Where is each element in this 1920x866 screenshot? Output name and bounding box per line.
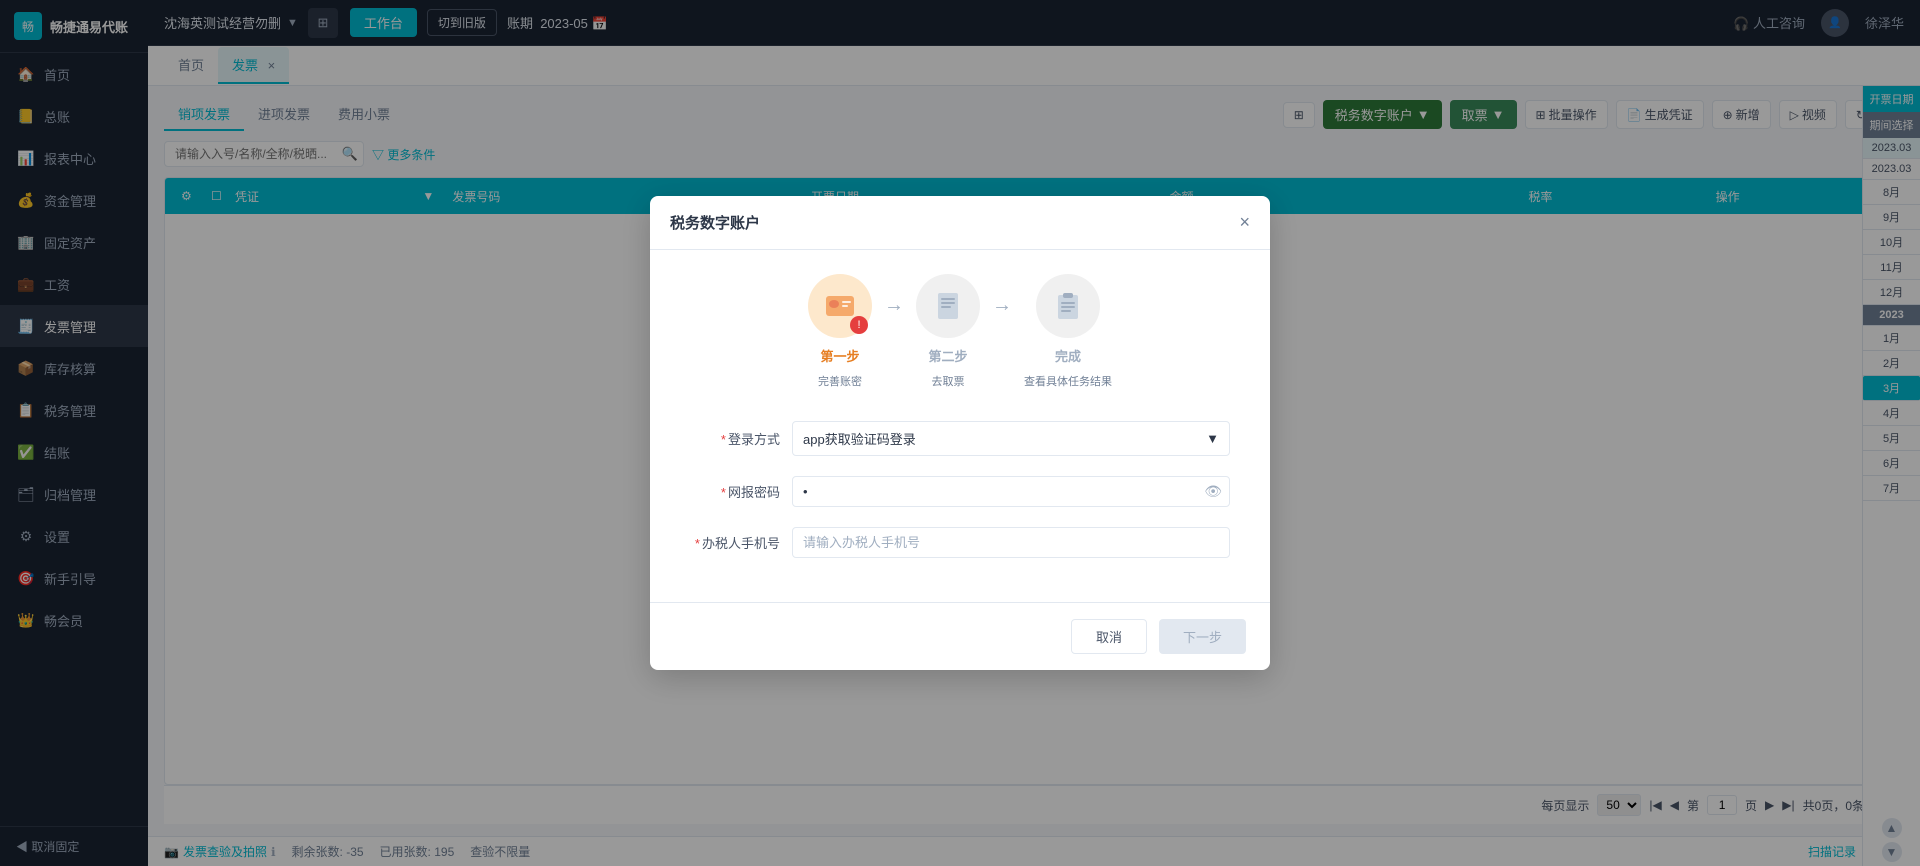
login-method-arrow: ▼ [1206, 431, 1219, 446]
step-1-badge: ! [850, 316, 868, 334]
modal-overlay[interactable]: 税务数字账户 × ! 第一步 [0, 0, 1920, 866]
cancel-button[interactable]: 取消 [1071, 619, 1147, 654]
clipboard-icon [1050, 288, 1086, 324]
step-3-icon-wrap [1036, 274, 1100, 338]
login-method-select[interactable]: app获取验证码登录 ▼ [792, 421, 1230, 456]
phone-label: 办税人手机号 [690, 533, 780, 552]
tax-digital-modal: 税务数字账户 × ! 第一步 [650, 196, 1270, 670]
step-2-icon-wrap [916, 274, 980, 338]
modal-close-button[interactable]: × [1239, 212, 1250, 233]
step-3: 完成 查看具体任务结果 [1024, 274, 1112, 389]
step-arrow-2: → [980, 294, 1024, 317]
step-1-label: 第一步 [820, 346, 859, 365]
password-toggle-icon[interactable]: 👁 [1204, 483, 1222, 500]
modal-body: ! 第一步 完善账密 → [650, 250, 1270, 602]
phone-input[interactable] [792, 527, 1230, 558]
web-password-label: 网报密码 [690, 482, 780, 501]
step-1: ! 第一步 完善账密 [808, 274, 872, 389]
modal-header: 税务数字账户 × [650, 196, 1270, 250]
web-password-input[interactable] [792, 476, 1230, 507]
step-1-sublabel: 完善账密 [818, 373, 862, 389]
step-2: 第二步 去取票 [916, 274, 980, 389]
step-3-label: 完成 [1055, 346, 1081, 365]
login-method-value: app获取验证码登录 [803, 429, 916, 448]
modal-footer: 取消 下一步 [650, 602, 1270, 670]
login-method-row: 登录方式 app获取验证码登录 ▼ [690, 421, 1230, 456]
phone-row: 办税人手机号 [690, 527, 1230, 558]
steps-indicator: ! 第一步 完善账密 → [690, 274, 1230, 389]
step-3-sublabel: 查看具体任务结果 [1024, 373, 1112, 389]
login-method-label: 登录方式 [690, 429, 780, 448]
step-2-label: 第二步 [928, 346, 967, 365]
modal-title: 税务数字账户 [670, 212, 760, 233]
next-button[interactable]: 下一步 [1159, 619, 1246, 654]
step-1-icon-wrap: ! [808, 274, 872, 338]
password-wrap: 👁 [792, 476, 1230, 507]
step-arrow-1: → [872, 294, 916, 317]
document-icon [930, 288, 966, 324]
web-password-row: 网报密码 👁 [690, 476, 1230, 507]
step-2-sublabel: 去取票 [932, 373, 965, 389]
